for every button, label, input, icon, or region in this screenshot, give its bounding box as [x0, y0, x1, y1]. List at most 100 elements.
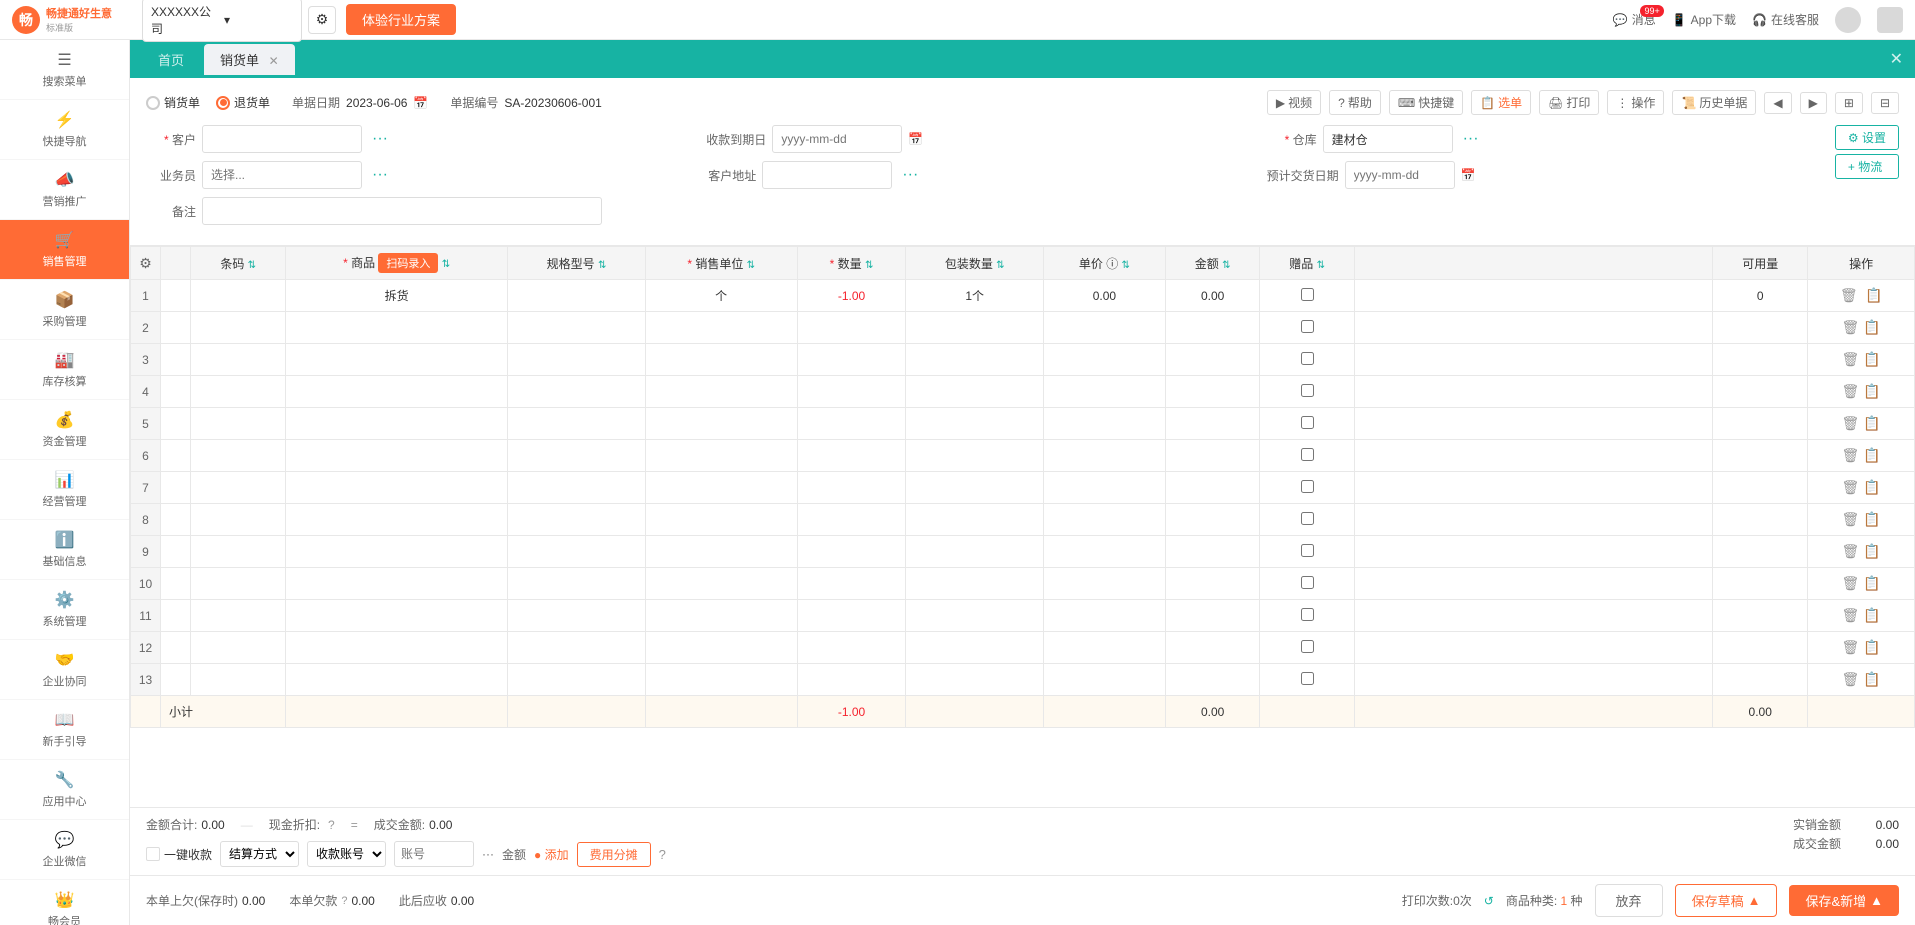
th-spec[interactable]: 规格型号 ⇅ [508, 247, 645, 280]
logistics-button[interactable]: + 物流 [1835, 154, 1899, 179]
setting-button[interactable]: ⚙ 设置 [1835, 125, 1899, 150]
gift-checkbox-5[interactable] [1301, 416, 1314, 429]
copy-icon-11[interactable]: 📋 [1863, 607, 1880, 623]
th-settings[interactable]: ⚙ [131, 247, 161, 280]
expense-help-icon[interactable]: ? [659, 847, 666, 862]
customer-addr-input[interactable] [762, 161, 892, 189]
gift-checkbox-9[interactable] [1301, 544, 1314, 557]
customer-input[interactable] [202, 125, 362, 153]
salesperson-input[interactable] [202, 161, 362, 189]
save-new-button[interactable]: 保存&新增 ▲ [1789, 885, 1899, 916]
expense-btn[interactable]: 费用分摊 [577, 842, 651, 867]
gift-checkbox-6[interactable] [1301, 448, 1314, 461]
th-product[interactable]: * 商品 扫码录入 ⇅ [285, 247, 507, 280]
radio-sales-order[interactable]: 销货单 [146, 94, 200, 111]
tab-close-icon[interactable]: ✕ [269, 54, 279, 68]
delete-icon-4[interactable]: 🗑 [1841, 383, 1859, 399]
settings-icon[interactable]: ⚙ [308, 6, 336, 34]
sidebar-item-app-center[interactable]: 🔧 应用中心 [0, 760, 129, 820]
warehouse-input[interactable] [1323, 125, 1453, 153]
gift-checkbox-12[interactable] [1301, 640, 1314, 653]
delete-icon-2[interactable]: 🗑 [1841, 319, 1859, 335]
gift-checkbox-2[interactable] [1301, 320, 1314, 333]
sidebar-item-inventory[interactable]: 🏭 库存核算 [0, 340, 129, 400]
copy-icon-5[interactable]: 📋 [1863, 415, 1880, 431]
save-draft-button[interactable]: 保存草稿 ▲ [1675, 884, 1778, 917]
select-btn[interactable]: 📋 选单 [1471, 90, 1531, 115]
delete-icon-12[interactable]: 🗑 [1841, 639, 1859, 655]
copy-icon-1[interactable]: 📋 [1865, 287, 1882, 303]
gift-checkbox-10[interactable] [1301, 576, 1314, 589]
payment-account-input[interactable] [394, 841, 474, 867]
salesperson-dots-btn[interactable]: ··· [368, 166, 392, 184]
copy-icon-6[interactable]: 📋 [1863, 447, 1880, 463]
total-due-help-icon[interactable]: ? [341, 895, 347, 907]
copy-icon-8[interactable]: 📋 [1863, 511, 1880, 527]
sidebar-item-search[interactable]: ☰ 搜索菜单 [0, 40, 129, 100]
app-download-btn[interactable]: 📱 App下载 [1672, 11, 1736, 28]
next-btn[interactable]: ▶ [1800, 92, 1827, 114]
radio-return-order[interactable]: 退货单 [216, 94, 270, 111]
delete-icon-1[interactable]: 🗑 [1840, 287, 1858, 303]
discount-help-icon[interactable]: ? [328, 818, 335, 832]
delete-icon-6[interactable]: 🗑 [1841, 447, 1859, 463]
company-selector[interactable]: XXXXXX公司 ▾ [142, 0, 302, 42]
delete-icon-11[interactable]: 🗑 [1841, 607, 1859, 623]
try-button[interactable]: 体验行业方案 [346, 4, 456, 35]
copy-icon-10[interactable]: 📋 [1863, 575, 1880, 591]
tab-home[interactable]: 首页 [142, 44, 200, 75]
payment-cal-icon[interactable]: 📅 [908, 132, 923, 146]
gift-checkbox-7[interactable] [1301, 480, 1314, 493]
sidebar-item-finance[interactable]: 💰 资金管理 [0, 400, 129, 460]
copy-icon-3[interactable]: 📋 [1863, 351, 1880, 367]
sidebar-item-wechat[interactable]: 💬 企业微信 [0, 820, 129, 880]
online-service-btn[interactable]: 🎧 在线客服 [1752, 11, 1819, 28]
close-all-tabs-icon[interactable]: ✕ [1890, 49, 1903, 69]
gift-checkbox-3[interactable] [1301, 352, 1314, 365]
grid-view-btn[interactable]: ⊞ [1835, 92, 1863, 114]
tab-sales-order[interactable]: 销货单 ✕ [204, 44, 295, 75]
delete-icon-5[interactable]: 🗑 [1841, 415, 1859, 431]
th-gift[interactable]: 赠品 ⇅ [1260, 247, 1354, 280]
sidebar-item-management[interactable]: 📊 经营管理 [0, 460, 129, 520]
sidebar-item-marketing[interactable]: 📣 营销推广 [0, 160, 129, 220]
one-click-pay-checkbox[interactable]: 一键收款 [146, 846, 212, 863]
delete-icon-9[interactable]: 🗑 [1841, 543, 1859, 559]
history-btn[interactable]: 📜 历史单据 [1672, 90, 1756, 115]
gift-checkbox-1[interactable] [1301, 288, 1314, 301]
copy-icon-12[interactable]: 📋 [1863, 639, 1880, 655]
sidebar-item-collab[interactable]: 🤝 企业协同 [0, 640, 129, 700]
account-select[interactable]: 收款账号 [307, 841, 386, 867]
sidebar-item-sales[interactable]: 🛒 销售管理 [0, 220, 129, 280]
th-qty[interactable]: * 数量 ⇅ [797, 247, 906, 280]
payment-due-input[interactable] [772, 125, 902, 153]
delete-icon-3[interactable]: 🗑 [1841, 351, 1859, 367]
settlement-method-select[interactable]: 结算方式 [220, 841, 299, 867]
th-amount[interactable]: 金额 ⇅ [1165, 247, 1259, 280]
gift-checkbox-13[interactable] [1301, 672, 1314, 685]
delete-icon-8[interactable]: 🗑 [1841, 511, 1859, 527]
gift-checkbox-4[interactable] [1301, 384, 1314, 397]
user-menu-btn[interactable] [1877, 7, 1903, 33]
copy-icon-9[interactable]: 📋 [1863, 543, 1880, 559]
th-unit[interactable]: * 销售单位 ⇅ [645, 247, 797, 280]
th-pkg[interactable]: 包装数量 ⇅ [906, 247, 1043, 280]
sidebar-item-quick-nav[interactable]: ⚡ 快捷导航 [0, 100, 129, 160]
customer-dots-btn[interactable]: ··· [368, 130, 392, 148]
sidebar-item-member[interactable]: 👑 畅会员 [0, 880, 129, 925]
delete-icon-13[interactable]: 🗑 [1841, 671, 1859, 687]
expected-date-input[interactable] [1345, 161, 1455, 189]
th-barcode[interactable]: 条码 ⇅ [191, 247, 285, 280]
print-btn[interactable]: 🖨 打印 [1539, 90, 1599, 115]
calendar-icon[interactable]: 📅 [413, 96, 428, 110]
copy-icon-13[interactable]: 📋 [1863, 671, 1880, 687]
warehouse-dots-btn[interactable]: ··· [1459, 130, 1483, 148]
prev-btn[interactable]: ◀ [1764, 92, 1791, 114]
gift-checkbox-8[interactable] [1301, 512, 1314, 525]
reprint-icon[interactable]: ↺ [1484, 894, 1494, 908]
video-btn[interactable]: ▶ 视频 [1267, 90, 1321, 115]
list-view-btn[interactable]: ⊟ [1871, 92, 1899, 114]
notes-input[interactable] [202, 197, 602, 225]
sidebar-item-guide[interactable]: 📖 新手引导 [0, 700, 129, 760]
copy-icon-4[interactable]: 📋 [1863, 383, 1880, 399]
